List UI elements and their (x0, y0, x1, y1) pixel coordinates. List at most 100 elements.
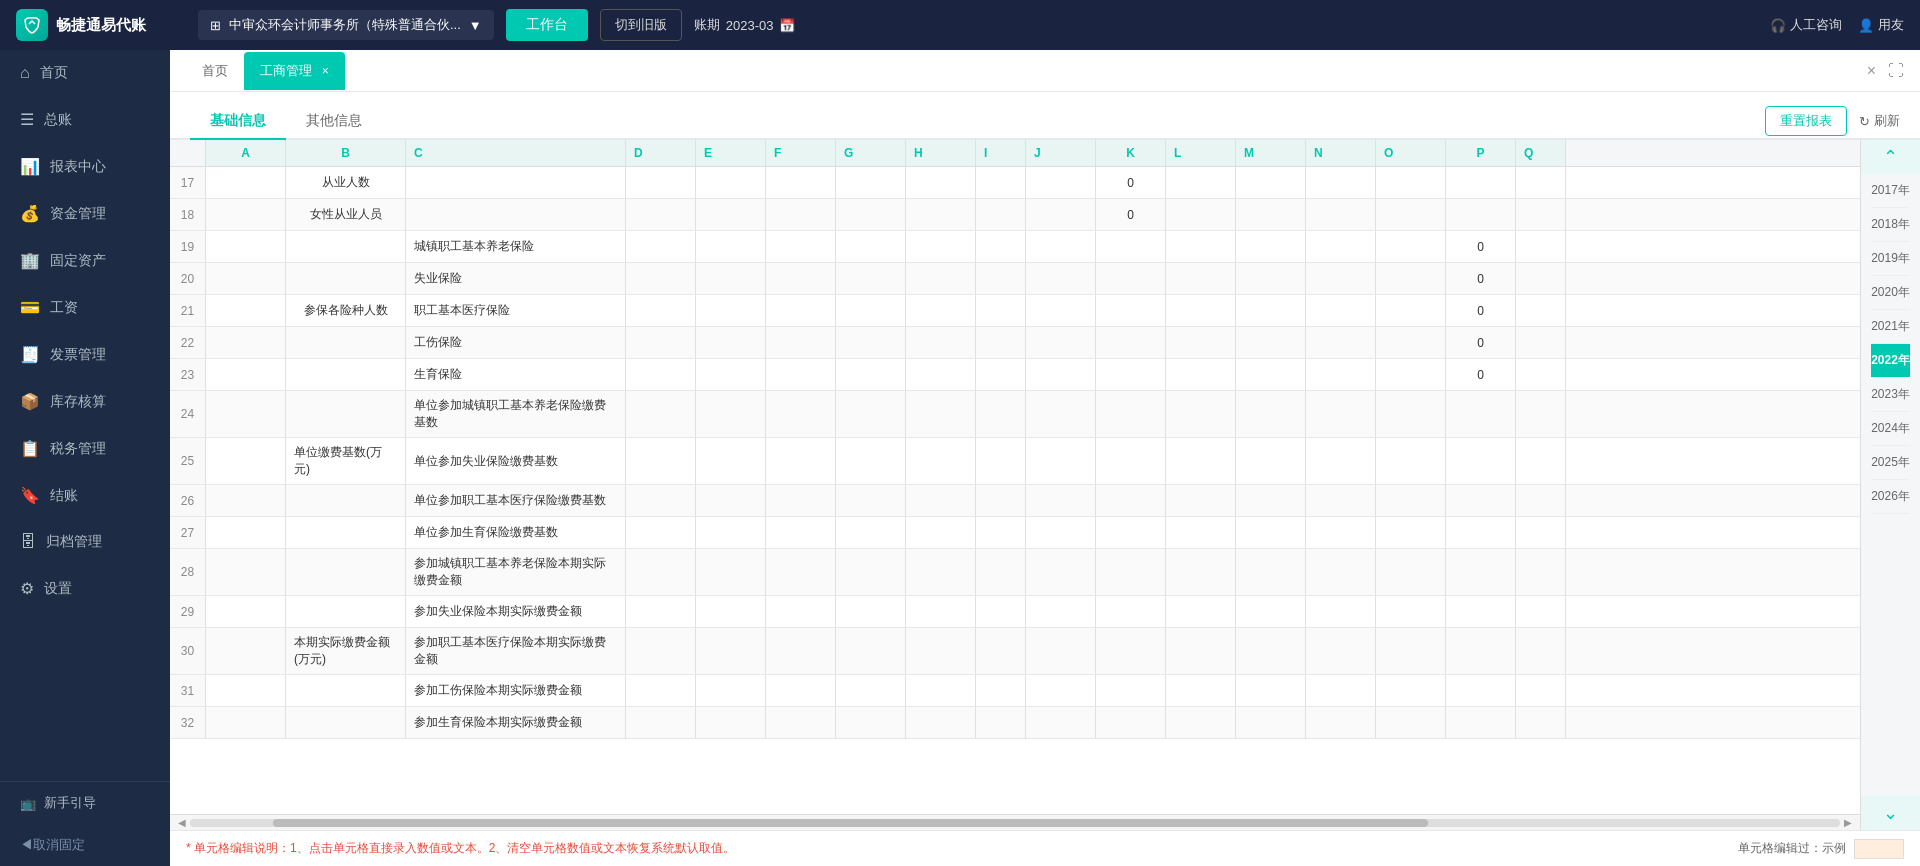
cell-a[interactable] (206, 628, 286, 674)
cell-e[interactable] (696, 675, 766, 706)
cell-o[interactable] (1376, 199, 1446, 230)
cell-d[interactable] (626, 438, 696, 484)
cell-g[interactable] (836, 438, 906, 484)
cell-e[interactable] (696, 517, 766, 548)
cell-e[interactable] (696, 628, 766, 674)
cell-h[interactable] (906, 707, 976, 738)
cell-a[interactable] (206, 167, 286, 198)
cell-d[interactable] (626, 295, 696, 326)
year-item[interactable]: 2020年 (1871, 276, 1910, 310)
cell-e[interactable] (696, 596, 766, 627)
refresh-button[interactable]: ↻ 刷新 (1859, 112, 1900, 130)
sidebar-item-invoice[interactable]: 🧾 发票管理 (0, 331, 170, 378)
cell-p[interactable]: 0 (1446, 327, 1516, 358)
year-item[interactable]: 2019年 (1871, 242, 1910, 276)
cell-h[interactable] (906, 675, 976, 706)
cell-i[interactable] (976, 549, 1026, 595)
cell-d[interactable] (626, 628, 696, 674)
sidebar-item-payroll[interactable]: 💳 工资 (0, 284, 170, 331)
table-row[interactable]: 24 单位参加城镇职工基本养老保险缴费基数 (170, 391, 1860, 438)
cell-k[interactable] (1096, 231, 1166, 262)
cell-c[interactable]: 参加生育保险本期实际缴费金额 (406, 707, 626, 738)
cell-f[interactable] (766, 327, 836, 358)
cell-d[interactable] (626, 675, 696, 706)
cell-a[interactable] (206, 517, 286, 548)
cell-q[interactable] (1516, 596, 1566, 627)
cell-m[interactable] (1236, 167, 1306, 198)
cell-f[interactable] (766, 549, 836, 595)
cell-m[interactable] (1236, 675, 1306, 706)
cell-i[interactable] (976, 438, 1026, 484)
cell-b[interactable] (286, 359, 406, 390)
cell-g[interactable] (836, 596, 906, 627)
company-selector[interactable]: ⊞ 中审众环会计师事务所（特殊普通合伙... ▼ (198, 10, 494, 40)
cell-g[interactable] (836, 295, 906, 326)
sidebar-item-ledger[interactable]: ☰ 总账 (0, 96, 170, 143)
cell-a[interactable] (206, 295, 286, 326)
cell-g[interactable] (836, 628, 906, 674)
cell-j[interactable] (1026, 295, 1096, 326)
cell-j[interactable] (1026, 231, 1096, 262)
cell-c[interactable] (406, 167, 626, 198)
cell-i[interactable] (976, 628, 1026, 674)
year-item[interactable]: 2018年 (1871, 208, 1910, 242)
cell-d[interactable] (626, 549, 696, 595)
cell-l[interactable] (1166, 327, 1236, 358)
cell-l[interactable] (1166, 485, 1236, 516)
window-maximize-icon[interactable]: ⛶ (1888, 62, 1904, 80)
cell-q[interactable] (1516, 517, 1566, 548)
cell-k[interactable] (1096, 485, 1166, 516)
cell-c[interactable]: 单位参加失业保险缴费基数 (406, 438, 626, 484)
cell-c[interactable]: 生育保险 (406, 359, 626, 390)
cell-q[interactable] (1516, 707, 1566, 738)
sidebar-item-fund[interactable]: 💰 资金管理 (0, 190, 170, 237)
cell-e[interactable] (696, 231, 766, 262)
table-row[interactable]: 27 单位参加生育保险缴费基数 (170, 517, 1860, 549)
scroll-left-arrow[interactable]: ◀ (174, 817, 190, 828)
cell-g[interactable] (836, 359, 906, 390)
cell-g[interactable] (836, 485, 906, 516)
cell-a[interactable] (206, 675, 286, 706)
cell-e[interactable] (696, 327, 766, 358)
cell-e[interactable] (696, 485, 766, 516)
cell-n[interactable] (1306, 263, 1376, 294)
cell-i[interactable] (976, 167, 1026, 198)
cell-h[interactable] (906, 359, 976, 390)
cell-o[interactable] (1376, 628, 1446, 674)
cell-p[interactable]: 0 (1446, 231, 1516, 262)
cell-i[interactable] (976, 295, 1026, 326)
cell-f[interactable] (766, 295, 836, 326)
cell-m[interactable] (1236, 359, 1306, 390)
cell-a[interactable] (206, 485, 286, 516)
cell-o[interactable] (1376, 359, 1446, 390)
cell-l[interactable] (1166, 199, 1236, 230)
cell-f[interactable] (766, 263, 836, 294)
cell-o[interactable] (1376, 263, 1446, 294)
cell-n[interactable] (1306, 359, 1376, 390)
table-scroll[interactable]: 17 从业人数 0 18 女性从业人员 (170, 167, 1860, 814)
cell-p[interactable] (1446, 438, 1516, 484)
cell-d[interactable] (626, 263, 696, 294)
cell-k[interactable]: 0 (1096, 167, 1166, 198)
cell-b[interactable] (286, 327, 406, 358)
cell-p[interactable] (1446, 549, 1516, 595)
cell-b[interactable] (286, 517, 406, 548)
cell-m[interactable] (1236, 391, 1306, 437)
cell-h[interactable] (906, 391, 976, 437)
cell-q[interactable] (1516, 231, 1566, 262)
cell-h[interactable] (906, 549, 976, 595)
cell-f[interactable] (766, 391, 836, 437)
cell-d[interactable] (626, 485, 696, 516)
cell-m[interactable] (1236, 707, 1306, 738)
cell-o[interactable] (1376, 167, 1446, 198)
cell-o[interactable] (1376, 391, 1446, 437)
support-item[interactable]: 🎧 人工咨询 (1770, 16, 1842, 34)
sidebar-item-report[interactable]: 📊 报表中心 (0, 143, 170, 190)
table-row[interactable]: 18 女性从业人员 0 (170, 199, 1860, 231)
cell-a[interactable] (206, 391, 286, 437)
tab-close-icon[interactable]: × (322, 64, 329, 78)
cell-i[interactable] (976, 391, 1026, 437)
cell-h[interactable] (906, 628, 976, 674)
pin-button[interactable]: ◀取消固定 (0, 824, 170, 866)
cell-k[interactable] (1096, 549, 1166, 595)
